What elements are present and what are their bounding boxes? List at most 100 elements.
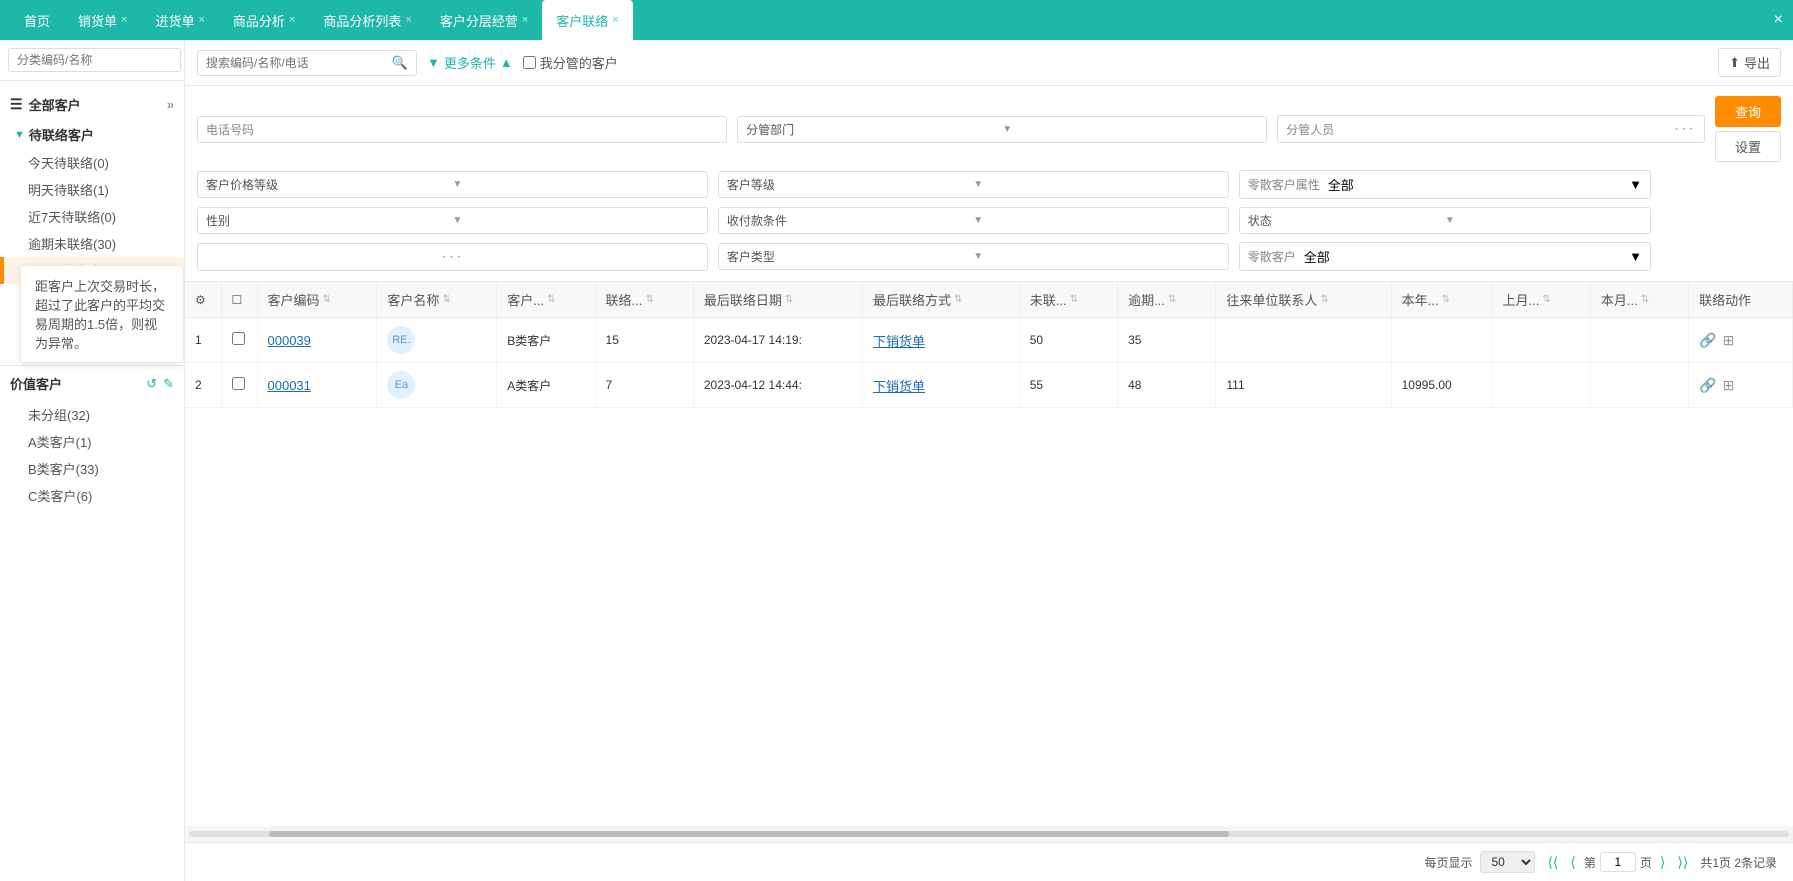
row2-checkbox[interactable]	[221, 363, 257, 408]
section-pending-arrow: ▼	[14, 129, 25, 141]
col-customer-type[interactable]: 客户... ⇅	[497, 282, 595, 318]
col-year[interactable]: 本年... ⇅	[1391, 282, 1492, 318]
nav-customer-tier[interactable]: 客户分层经营 ×	[426, 0, 542, 40]
row1-last-method[interactable]: 下销货单	[862, 318, 1019, 363]
col-un-contact[interactable]: 未联... ⇅	[1019, 282, 1117, 318]
filter-row-3: 性别 ▼ 收付款条件 ▼ 状态 ▼	[197, 207, 1781, 234]
row2-year: 10995.00	[1391, 363, 1492, 408]
row1-name[interactable]: RE.	[377, 318, 497, 363]
page-nav: ⟨⟨ ⟨ 第 页 ⟩ ⟩⟩	[1543, 852, 1692, 873]
last-month-sort-icon: ⇅	[1542, 294, 1550, 305]
edit-icon[interactable]: ✎	[163, 376, 174, 392]
nav-product-list-close[interactable]: ×	[405, 14, 411, 26]
col-last-month[interactable]: 上月... ⇅	[1492, 282, 1590, 318]
table-header-row: ⚙ ☐ 客户编码 ⇅ 客户名称 ⇅	[185, 282, 1793, 318]
filter-customer-type[interactable]: 客户类型 ▼	[718, 243, 1229, 270]
row2-avatar: Ea	[387, 371, 415, 399]
filter-dots[interactable]: ···	[197, 243, 708, 271]
query-button[interactable]: 查询	[1715, 96, 1781, 127]
refresh-icon[interactable]: ↺	[146, 376, 157, 392]
row2-code[interactable]: 000031	[257, 363, 377, 408]
phone-input[interactable]	[262, 122, 718, 136]
sidebar-tree: ☰ 全部客户 » ▼ 待联络客户 今天待联络(0) 明天待联络(1) 近7天待联…	[0, 81, 184, 881]
nav-customer-tier-close[interactable]: ×	[522, 14, 528, 26]
nav-product-list[interactable]: 商品分析列表 ×	[309, 0, 425, 40]
row2-last-method[interactable]: 下销货单	[862, 363, 1019, 408]
row2-grid-icon[interactable]: ⊞	[1723, 377, 1735, 394]
row1-check[interactable]	[232, 332, 245, 345]
nav-sales-close[interactable]: ×	[121, 14, 127, 26]
manager-dots[interactable]: ···	[1674, 120, 1696, 138]
main-search-icon[interactable]: 🔍	[392, 55, 408, 71]
horizontal-scrollbar[interactable]	[185, 826, 1793, 842]
filter-customer-level[interactable]: 客户等级 ▼	[718, 171, 1229, 198]
sidebar-item-ungrouped[interactable]: 未分组(32)	[0, 401, 184, 428]
page-first-btn[interactable]: ⟨⟨	[1543, 852, 1562, 873]
nav-home[interactable]: 首页	[10, 0, 64, 40]
sidebar-search-input[interactable]	[8, 48, 181, 72]
section-pending-title[interactable]: ▼ 待联络客户	[0, 120, 184, 149]
col-settings[interactable]: ⚙	[185, 282, 221, 318]
row1-link-icon[interactable]: 🔗	[1699, 332, 1716, 349]
sidebar-item-tomorrow[interactable]: 明天待联络(1)	[0, 176, 184, 203]
col-last-method[interactable]: 最后联络方式 ⇅	[862, 282, 1019, 318]
col-last-date[interactable]: 最后联络日期 ⇅	[693, 282, 862, 318]
more-filters-button[interactable]: ▼ 更多条件 ▲	[427, 53, 513, 72]
window-close-button[interactable]: ×	[1774, 11, 1783, 29]
col-this-month[interactable]: 本月... ⇅	[1590, 282, 1688, 318]
col-code[interactable]: 客户编码 ⇅	[257, 282, 377, 318]
sidebar: 🔍 ☰ 全部客户 » ▼ 待联络客户 今天待联络(0) 明天待联络(1)	[0, 40, 185, 881]
nav-sales[interactable]: 销货单 ×	[64, 0, 141, 40]
top-nav: 首页 销货单 × 进货单 × 商品分析 × 商品分析列表 × 客户分层经营 × …	[0, 0, 1793, 40]
page-next-btn[interactable]: ⟩	[1656, 852, 1669, 873]
nav-purchase-close[interactable]: ×	[198, 14, 204, 26]
filter-retail[interactable]: 零散客户 全部 ▼	[1239, 242, 1651, 271]
col-contact-count[interactable]: 联络... ⇅	[595, 282, 693, 318]
main-search-input[interactable]	[206, 56, 388, 70]
sidebar-item-overdue[interactable]: 逾期未联络(30)	[0, 230, 184, 257]
row2-actions: 🔗 ⊞	[1689, 363, 1793, 408]
row1-checkbox[interactable]	[221, 318, 257, 363]
sidebar-item-a-class[interactable]: A类客户(1)	[0, 428, 184, 455]
sidebar-item-c-class[interactable]: C类客户(6)	[0, 482, 184, 509]
filter-phone[interactable]: 电话号码	[197, 116, 727, 143]
col-overdue[interactable]: 逾期... ⇅	[1118, 282, 1216, 318]
sidebar-item-today[interactable]: 今天待联络(0)	[0, 149, 184, 176]
row1-grid-icon[interactable]: ⊞	[1723, 332, 1735, 349]
filter-status[interactable]: 状态 ▼	[1239, 207, 1651, 234]
nav-customer-contact[interactable]: 客户联络 ×	[542, 0, 632, 40]
sidebar-collapse-icon[interactable]: »	[167, 97, 174, 112]
page-size-select[interactable]: 50 20 100	[1480, 851, 1535, 873]
sidebar-all-customers[interactable]: ☰ 全部客户 »	[0, 89, 184, 120]
filter-retail-attr[interactable]: 零散客户属性 全部 ▼	[1239, 170, 1651, 199]
row1-code[interactable]: 000039	[257, 318, 377, 363]
export-button[interactable]: ⬆ 导出	[1718, 48, 1781, 77]
filter-gender[interactable]: 性别 ▼	[197, 207, 708, 234]
page-last-btn[interactable]: ⟩⟩	[1673, 852, 1692, 873]
row2-check[interactable]	[232, 377, 245, 390]
nav-product-analysis[interactable]: 商品分析 ×	[219, 0, 309, 40]
my-customer-checkbox-area[interactable]: 我分管的客户	[523, 53, 618, 72]
sidebar-item-7days[interactable]: 近7天待联络(0)	[0, 203, 184, 230]
row2-link-icon[interactable]: 🔗	[1699, 377, 1716, 394]
col-checkbox[interactable]: ☐	[221, 282, 257, 318]
settings-button[interactable]: 设置	[1715, 131, 1781, 162]
name-sort-icon: ⇅	[442, 294, 450, 305]
filter-dept[interactable]: 分管部门 ▼	[737, 116, 1267, 143]
nav-customer-contact-close[interactable]: ×	[612, 14, 618, 26]
filter-price-level[interactable]: 客户价格等级 ▼	[197, 171, 708, 198]
filter-payment[interactable]: 收付款条件 ▼	[718, 207, 1229, 234]
col-contacts[interactable]: 往来单位联系人 ⇅	[1216, 282, 1391, 318]
more-filters-dots[interactable]: ···	[441, 248, 463, 266]
page-prev-btn[interactable]: ⟨	[1566, 852, 1579, 873]
un-contact-sort-icon: ⇅	[1070, 294, 1078, 305]
nav-purchase[interactable]: 进货单 ×	[141, 0, 218, 40]
filter-manager[interactable]: 分管人员 ···	[1277, 115, 1705, 143]
row2-name[interactable]: Ea	[377, 363, 497, 408]
scroll-thumb[interactable]	[269, 831, 1229, 837]
nav-product-analysis-close[interactable]: ×	[289, 14, 295, 26]
page-number-input[interactable]	[1600, 852, 1636, 872]
my-customer-checkbox[interactable]	[523, 56, 536, 69]
col-name[interactable]: 客户名称 ⇅	[377, 282, 497, 318]
sidebar-item-b-class[interactable]: B类客户(33)	[0, 455, 184, 482]
